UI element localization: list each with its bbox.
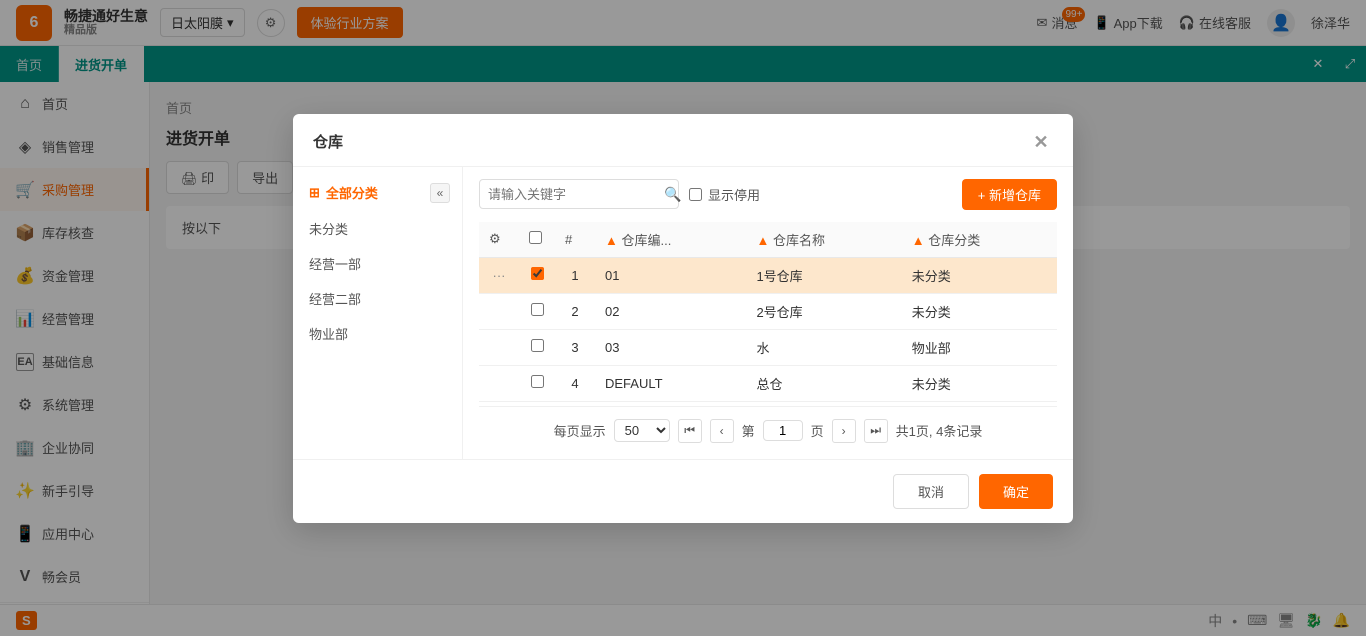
row-checkbox-cell (519, 329, 555, 365)
show-disabled-checkbox[interactable]: 显示停用 (689, 185, 760, 204)
table-row[interactable]: ··· 1 01 1号仓库 未分类 (479, 257, 1057, 293)
row-action[interactable] (479, 365, 519, 401)
modal-title: 仓库 (313, 131, 343, 152)
category-sidebar: ⊞ 全部分类 « 未分类 经营一部 (293, 167, 463, 459)
row-checkbox[interactable] (531, 303, 544, 316)
category-item-dept2[interactable]: 经营二部 (293, 281, 462, 316)
row-category: 未分类 (902, 293, 1057, 329)
row-category: 物业部 (902, 329, 1057, 365)
row-checkbox[interactable] (531, 267, 544, 280)
modal-footer: 取消 确定 (293, 459, 1073, 523)
last-page-button[interactable]: ⏭ (864, 419, 888, 443)
collapse-icon: « (437, 186, 444, 200)
row-code: 03 (595, 329, 746, 365)
row-checkbox[interactable] (531, 375, 544, 388)
sort-icon: ▲ (605, 233, 618, 248)
table-header: ⚙ # ▲ 仓库编... (479, 222, 1057, 258)
category-title-label: 全部分类 (326, 183, 378, 202)
row-num: 2 (555, 293, 595, 329)
row-category: 未分类 (902, 257, 1057, 293)
page-label: 第 (742, 421, 755, 440)
row-code: DEFAULT (595, 365, 746, 401)
main-layout: ⌂ 首页 ◈ 销售管理 🛒 采购管理 📦 库存核查 💰 资金管理 📊 经营管理 … (0, 82, 1366, 636)
modal-toolbar: 🔍 显示停用 + 新增仓库 (479, 179, 1057, 210)
total-label: 共1页, 4条记录 (896, 421, 983, 440)
row-name: 总仓 (746, 365, 901, 401)
row-checkbox-cell (519, 257, 555, 293)
warehouse-modal: 仓库 ✕ ⊞ 全部分类 « (293, 114, 1073, 523)
table-row[interactable]: 2 02 2号仓库 未分类 (479, 293, 1057, 329)
grid-icon: ⊞ (309, 185, 320, 201)
th-gear: ⚙ (479, 222, 519, 258)
row-num: 3 (555, 329, 595, 365)
warehouse-table: ⚙ # ▲ 仓库编... (479, 222, 1057, 402)
category-header: ⊞ 全部分类 « (293, 175, 462, 211)
category-item-unclassified[interactable]: 未分类 (293, 211, 462, 246)
th-num: # (555, 222, 595, 258)
per-page-select[interactable]: 50 10 20 100 (614, 419, 670, 442)
add-warehouse-button[interactable]: + 新增仓库 (962, 179, 1057, 210)
category-item-property[interactable]: 物业部 (293, 316, 462, 351)
next-page-button[interactable]: › (832, 419, 856, 443)
row-name: 1号仓库 (746, 257, 901, 293)
row-action[interactable] (479, 329, 519, 365)
row-name: 2号仓库 (746, 293, 901, 329)
th-category: ▲ 仓库分类 (902, 222, 1057, 258)
confirm-button[interactable]: 确定 (979, 474, 1053, 509)
search-box: 🔍 (479, 179, 679, 209)
modal-close-button[interactable]: ✕ (1029, 130, 1053, 154)
select-all-checkbox[interactable] (529, 231, 542, 244)
cancel-button[interactable]: 取消 (893, 474, 969, 509)
page-unit: 页 (811, 421, 824, 440)
prev-page-button[interactable]: ‹ (710, 419, 734, 443)
modal-header: 仓库 ✕ (293, 114, 1073, 167)
row-action[interactable]: ··· (479, 257, 519, 293)
category-item-dept1[interactable]: 经营一部 (293, 246, 462, 281)
th-check (519, 222, 555, 258)
collapse-category-button[interactable]: « (430, 183, 450, 203)
table-scroll-area: ⚙ # ▲ 仓库编... (479, 222, 1057, 402)
content-area: 首页 进货开单 🖨 印 导出 刷新 查询 设置 按以下 仓库 (150, 82, 1366, 636)
row-checkbox-cell (519, 293, 555, 329)
sort-icon-name: ▲ (756, 233, 769, 248)
modal-table-area: 🔍 显示停用 + 新增仓库 (463, 167, 1073, 459)
th-code: ▲ 仓库编... (595, 222, 746, 258)
row-name: 水 (746, 329, 901, 365)
pagination: 每页显示 50 10 20 100 ⏮ ‹ 第 页 (479, 406, 1057, 447)
th-name: ▲ 仓库名称 (746, 222, 901, 258)
row-code: 02 (595, 293, 746, 329)
row-code: 01 (595, 257, 746, 293)
modal-overlay: 仓库 ✕ ⊞ 全部分类 « (150, 82, 1366, 636)
row-action[interactable] (479, 293, 519, 329)
row-checkbox-cell (519, 365, 555, 401)
table-body: ··· 1 01 1号仓库 未分类 2 02 2号仓库 未分类 (479, 257, 1057, 401)
more-icon: ··· (493, 268, 506, 283)
page-input[interactable] (763, 420, 803, 441)
first-page-button[interactable]: ⏮ (678, 419, 702, 443)
table-row[interactable]: 3 03 水 物业部 (479, 329, 1057, 365)
all-categories-button[interactable]: ⊞ 全部分类 (309, 183, 378, 202)
modal-body: ⊞ 全部分类 « 未分类 经营一部 (293, 167, 1073, 459)
search-icon[interactable]: 🔍 (664, 186, 681, 203)
show-disabled-input[interactable] (689, 188, 702, 201)
per-page-label: 每页显示 (554, 421, 606, 440)
sort-icon-cat: ▲ (912, 233, 925, 248)
row-num: 1 (555, 257, 595, 293)
row-checkbox[interactable] (531, 339, 544, 352)
row-num: 4 (555, 365, 595, 401)
gear-icon: ⚙ (489, 231, 501, 246)
row-category: 未分类 (902, 365, 1057, 401)
search-input[interactable] (488, 187, 664, 202)
table-row[interactable]: 4 DEFAULT 总仓 未分类 (479, 365, 1057, 401)
